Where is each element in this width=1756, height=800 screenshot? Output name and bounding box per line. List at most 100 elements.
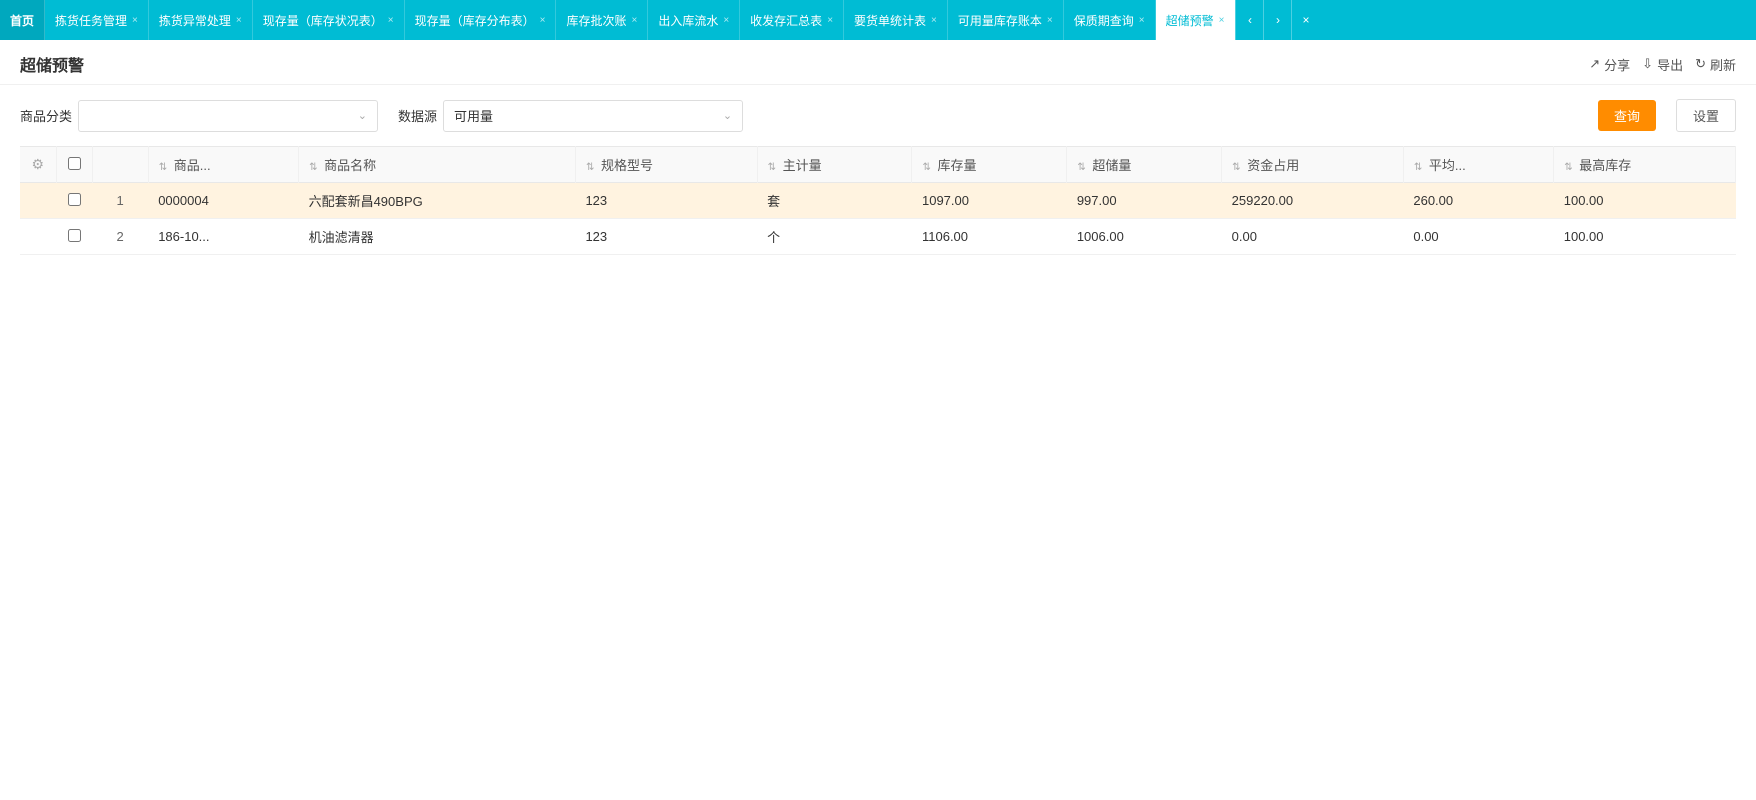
row-avg: 260.00 xyxy=(1403,183,1553,219)
nav-item-label: 库存批次账 xyxy=(566,12,626,29)
refresh-button[interactable]: ↻ 刷新 xyxy=(1695,55,1736,74)
sort-icon: ⇅ xyxy=(1414,162,1422,173)
data-table: ⚙ ⇅ 商品... ⇅ 商品名称 ⇅ xyxy=(20,146,1736,255)
sort-icon: ⇅ xyxy=(922,162,930,173)
nav-close-icon[interactable]: × xyxy=(388,15,394,26)
col-avg[interactable]: ⇅ 平均... xyxy=(1403,147,1553,183)
row-spec: 123 xyxy=(575,219,757,255)
nav-item-order-stats[interactable]: 要货单统计表 × xyxy=(844,0,948,40)
nav-item-recv-send[interactable]: 收发存汇总表 × xyxy=(740,0,844,40)
col-stock[interactable]: ⇅ 库存量 xyxy=(912,147,1067,183)
nav-next-arrow[interactable]: › xyxy=(1263,0,1291,40)
table-header-row: ⚙ ⇅ 商品... ⇅ 商品名称 ⇅ xyxy=(20,147,1736,183)
nav-close-icon[interactable]: × xyxy=(1219,15,1225,26)
nav-close-icon[interactable]: × xyxy=(540,15,546,26)
row-unit: 套 xyxy=(757,183,912,219)
row-goods-code: 186-10... xyxy=(148,219,298,255)
table-container: ⚙ ⇅ 商品... ⇅ 商品名称 ⇅ xyxy=(0,146,1756,255)
settings-button[interactable]: 设置 xyxy=(1676,99,1736,132)
col-checkbox xyxy=(56,147,92,183)
col-capital[interactable]: ⇅ 资金占用 xyxy=(1222,147,1404,183)
export-button[interactable]: ⇩ 导出 xyxy=(1642,55,1683,74)
nav-item-avail-account[interactable]: 可用量库存账本 × xyxy=(948,0,1064,40)
row-goods-name: 六配套新昌490BPG xyxy=(299,183,576,219)
page-content: 超储预警 ↗ 分享 ⇩ 导出 ↻ 刷新 商品分类 ⌄ 数据源 xyxy=(0,40,1756,800)
nav-item-abnormal-proc[interactable]: 拣货异常处理 × xyxy=(149,0,253,40)
col-goods-name[interactable]: ⇅ 商品名称 xyxy=(299,147,576,183)
nav-close-icon[interactable]: × xyxy=(132,15,138,26)
select-all-checkbox[interactable] xyxy=(68,157,81,170)
row-over-stock: 997.00 xyxy=(1067,183,1222,219)
row-checkbox[interactable] xyxy=(68,229,81,242)
nav-close-icon[interactable]: × xyxy=(1139,15,1145,26)
nav-item-label: 超储预警 xyxy=(1166,12,1214,29)
nav-close-icon[interactable]: × xyxy=(1047,15,1053,26)
share-icon: ↗ xyxy=(1589,56,1600,72)
col-goods-code[interactable]: ⇅ 商品... xyxy=(148,147,298,183)
col-settings: ⚙ xyxy=(20,147,56,183)
page-title: 超储预警 xyxy=(20,52,84,76)
nav-item-label: 现存量（库存分布表） xyxy=(415,12,535,29)
row-stock: 1106.00 xyxy=(912,219,1067,255)
nav-item-batch-account[interactable]: 库存批次账 × xyxy=(556,0,648,40)
nav-close-icon[interactable]: × xyxy=(723,15,729,26)
nav-item-label: 保质期查询 xyxy=(1074,12,1134,29)
filter-category: 商品分类 ⌄ xyxy=(20,100,378,132)
nav-close-arrow[interactable]: × xyxy=(1291,0,1319,40)
sort-icon: ⇅ xyxy=(1077,162,1085,173)
nav-item-label: 拣货任务管理 xyxy=(55,12,127,29)
table-row: 1 0000004 六配套新昌490BPG 123 套 1097.00 997.… xyxy=(20,183,1736,219)
datasource-chevron-icon: ⌄ xyxy=(723,109,732,122)
nav-home[interactable]: 首页 xyxy=(0,0,45,40)
col-unit[interactable]: ⇅ 主计量 xyxy=(757,147,912,183)
sort-icon: ⇅ xyxy=(159,162,167,173)
sort-icon: ⇅ xyxy=(309,162,317,173)
nav-close-icon[interactable]: × xyxy=(827,15,833,26)
filter-area: 商品分类 ⌄ 数据源 可用量 ⌄ 查询 设置 xyxy=(0,85,1756,146)
row-over-stock: 1006.00 xyxy=(1067,219,1222,255)
nav-prev-arrow[interactable]: ‹ xyxy=(1235,0,1263,40)
row-checkbox[interactable] xyxy=(68,193,81,206)
nav-item-over-storage[interactable]: 超储预警 × xyxy=(1156,0,1236,40)
nav-close-icon[interactable]: × xyxy=(631,15,637,26)
share-button[interactable]: ↗ 分享 xyxy=(1589,55,1630,74)
nav-item-label: 可用量库存账本 xyxy=(958,12,1042,29)
nav-item-inout-flow[interactable]: 出入库流水 × xyxy=(648,0,740,40)
row-avg: 0.00 xyxy=(1403,219,1553,255)
nav-item-inventory-status[interactable]: 现存量（库存状况表）× xyxy=(253,0,405,40)
nav-close-icon[interactable]: × xyxy=(931,15,937,26)
col-rownum xyxy=(92,147,148,183)
table-row: 2 186-10... 机油滤清器 123 个 1106.00 1006.00 … xyxy=(20,219,1736,255)
row-goods-name: 机油滤清器 xyxy=(299,219,576,255)
gear-icon[interactable]: ⚙ xyxy=(31,156,44,172)
refresh-icon: ↻ xyxy=(1695,56,1706,72)
category-select[interactable]: ⌄ xyxy=(78,100,378,132)
header-actions: ↗ 分享 ⇩ 导出 ↻ 刷新 xyxy=(1589,55,1736,74)
sort-icon: ⇅ xyxy=(586,162,594,173)
sort-icon: ⇅ xyxy=(1564,162,1572,173)
nav-item-task-mgmt[interactable]: 拣货任务管理 × xyxy=(45,0,149,40)
nav-item-label: 收发存汇总表 xyxy=(750,12,822,29)
row-settings-cell xyxy=(20,219,56,255)
nav-item-label: 出入库流水 xyxy=(658,12,718,29)
datasource-value: 可用量 xyxy=(454,106,493,125)
col-max-stock[interactable]: ⇅ 最高库存 xyxy=(1554,147,1736,183)
datasource-select[interactable]: 可用量 ⌄ xyxy=(443,100,743,132)
row-number: 1 xyxy=(92,183,148,219)
row-checkbox-cell xyxy=(56,219,92,255)
row-max-stock: 100.00 xyxy=(1554,183,1736,219)
row-capital: 0.00 xyxy=(1222,219,1404,255)
nav-item-quality-check[interactable]: 保质期查询 × xyxy=(1064,0,1156,40)
query-button[interactable]: 查询 xyxy=(1598,100,1656,131)
row-goods-code: 0000004 xyxy=(148,183,298,219)
row-settings-cell xyxy=(20,183,56,219)
col-over-stock[interactable]: ⇅ 超储量 xyxy=(1067,147,1222,183)
col-spec[interactable]: ⇅ 规格型号 xyxy=(575,147,757,183)
nav-item-label: 要货单统计表 xyxy=(854,12,926,29)
nav-close-icon[interactable]: × xyxy=(236,15,242,26)
datasource-label: 数据源 xyxy=(398,106,437,125)
nav-item-inventory-dist[interactable]: 现存量（库存分布表） × xyxy=(405,0,557,40)
nav-bar: 首页 拣货任务管理×拣货异常处理×现存量（库存状况表）×现存量（库存分布表）×库… xyxy=(0,0,1756,40)
row-max-stock: 100.00 xyxy=(1554,219,1736,255)
nav-item-label: 拣货异常处理 xyxy=(159,12,231,29)
